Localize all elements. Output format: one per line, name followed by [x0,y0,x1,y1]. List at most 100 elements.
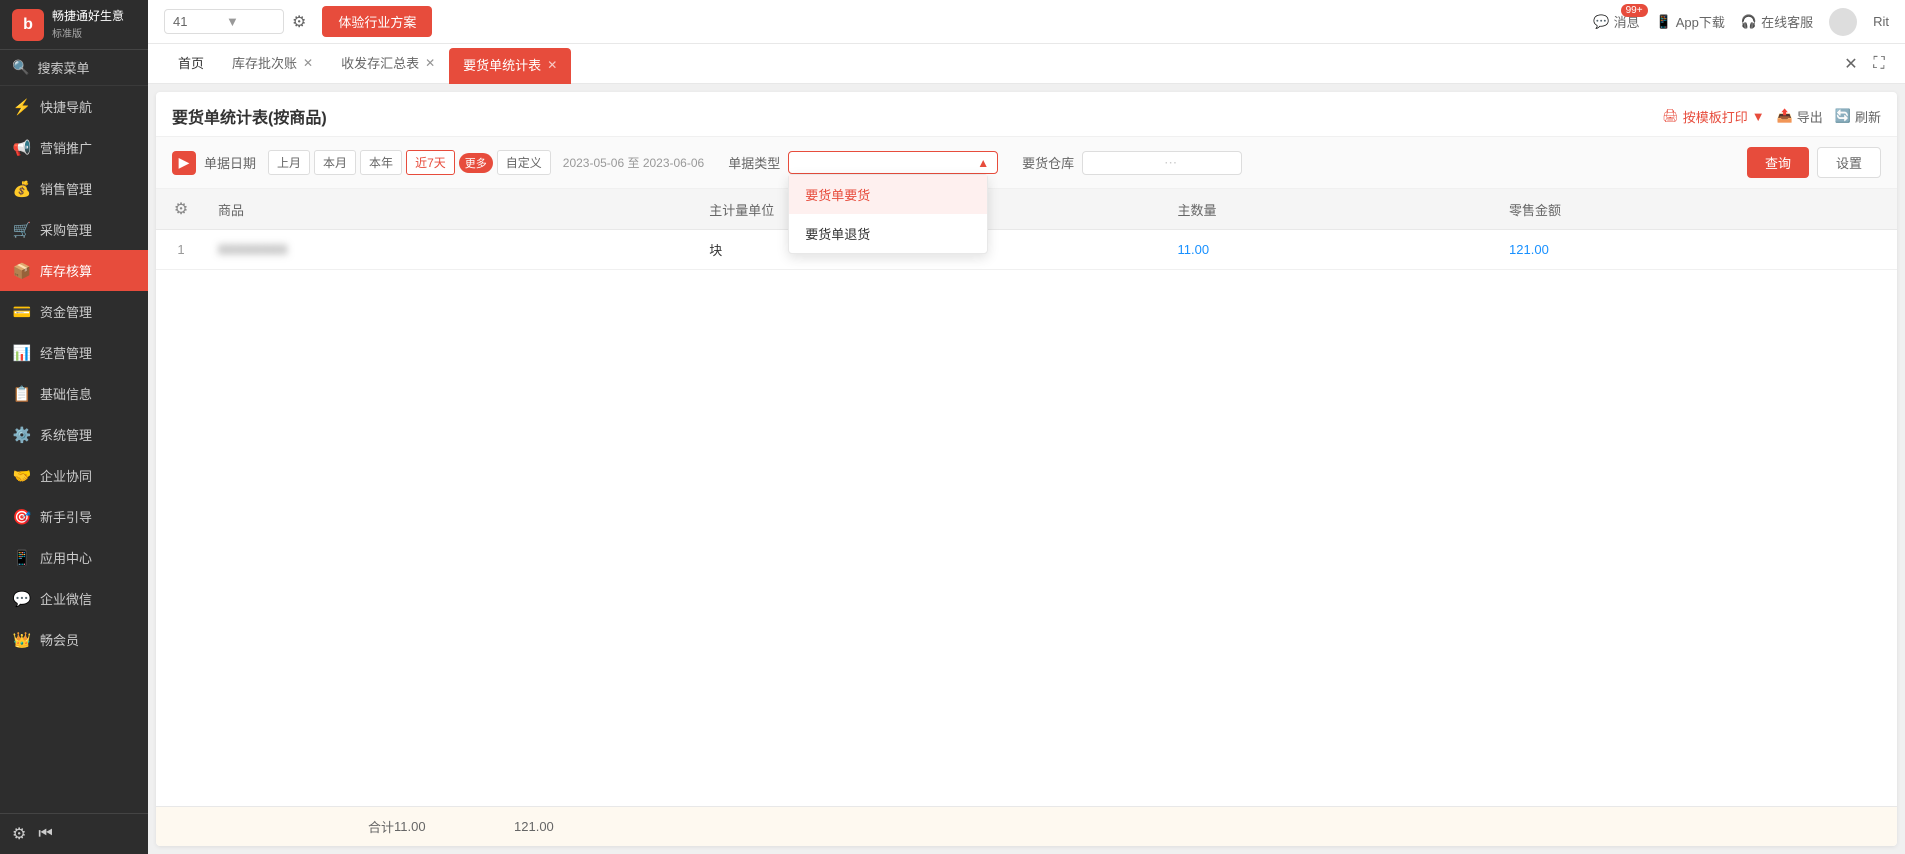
tab-close-icon[interactable]: ✕ [303,56,313,70]
dropdown-item-order-return[interactable]: 要货单退货 [789,214,987,253]
message-badge: 99+ [1621,4,1648,17]
table-row: 1 XXXXXXXX 块 11.00 121.00 [156,230,1897,270]
row-product: XXXXXXXX [206,230,697,270]
sidebar-item-member[interactable]: 👑 畅会员 [0,619,148,660]
table-config-icon[interactable]: ⚙ [174,201,188,218]
page-title: 要货单统计表(按商品) [172,104,327,128]
sidebar-item-label: 企业微信 [40,589,92,608]
finance-icon: 💳 [12,303,32,321]
sidebar-item-label: 应用中心 [40,548,92,567]
chevron-down-icon: ▼ [1752,109,1765,124]
sidebar-item-label: 畅会员 [40,630,79,649]
total-qty: 11.00 [394,819,514,834]
sidebar-item-label: 系统管理 [40,425,92,444]
dropdown-item-order-goods[interactable]: 要货单要货 [789,175,987,214]
sidebar-item-app-center[interactable]: 📱 应用中心 [0,537,148,578]
this-month-btn[interactable]: 本月 [314,150,356,175]
page-header: 要货单统计表(按商品) 🖨 按模板打印 ▼ 📤 导出 🔄 刷新 [156,92,1897,137]
row-index: 1 [156,230,206,270]
warehouse-label: 要货仓库 [1022,153,1074,172]
brand-sub: 标准版 [52,25,124,40]
sidebar-item-label: 销售管理 [40,179,92,198]
sidebar-item-basic[interactable]: 📋 基础信息 [0,373,148,414]
table-container: ⚙ 商品 主计量单位 主数量 零售金额 1 XXXXXXXX 块 11. [156,189,1897,806]
trial-button[interactable]: 体验行业方案 [322,6,432,37]
filter-actions: 查询 设置 [1747,147,1881,178]
tabbar: 首页 库存批次账 ✕ 收发存汇总表 ✕ 要货单统计表 ✕ ✕ ⛶ [148,44,1905,84]
sidebar-item-purchase[interactable]: 🛒 采购管理 [0,209,148,250]
username[interactable]: Rit [1873,14,1889,29]
sidebar-item-label: 新手引导 [40,507,92,526]
more-date-badge[interactable]: 更多 [459,153,493,173]
org-selector[interactable]: 41 ▼ [164,9,284,34]
sidebar-item-operation[interactable]: 📊 经营管理 [0,332,148,373]
tab-close-icon[interactable]: ✕ [547,58,557,72]
sidebar-item-label: 库存核算 [40,261,92,280]
sidebar-item-finance[interactable]: 💳 资金管理 [0,291,148,332]
type-selector[interactable]: ▲ [788,151,998,174]
tab-home-label: 首页 [178,53,204,72]
search-icon: 🔍 [12,59,29,76]
app-center-icon: 📱 [12,549,32,567]
settings-icon[interactable]: ⚙ [12,824,26,844]
tab-order-stats-label: 要货单统计表 [463,55,541,74]
online-service-btn[interactable]: 🎧 在线客服 [1741,12,1813,31]
col-header-amount: 零售金额 [1497,189,1897,230]
tab-receive-summary[interactable]: 收发存汇总表 ✕ [327,44,449,84]
tabbar-right: ✕ ⛶ [1841,54,1889,74]
refresh-icon: 🔄 [1835,108,1851,124]
sidebar-item-inventory[interactable]: 📦 库存核算 [0,250,148,291]
enterprise-icon: 🤝 [12,467,32,485]
page-actions: 🖨 按模板打印 ▼ 📤 导出 🔄 刷新 [1662,107,1881,126]
sidebar-item-label: 快捷导航 [40,97,92,116]
query-button[interactable]: 查询 [1747,147,1809,178]
settings-button[interactable]: 设置 [1817,147,1881,178]
last-7-days-btn[interactable]: 近7天 [406,150,455,175]
row-qty: 11.00 [1166,230,1498,270]
type-input[interactable] [797,155,973,170]
system-icon: ⚙️ [12,426,32,444]
sidebar-search[interactable]: 🔍 搜索菜单 [0,50,148,86]
sidebar-item-marketing[interactable]: 📢 营销推广 [0,127,148,168]
sidebar-item-sales[interactable]: 💰 销售管理 [0,168,148,209]
main-area: 41 ▼ ⚙ 体验行业方案 💬 消息 99+ 📱 App下载 🎧 在线客服 Ri… [148,0,1905,854]
sidebar-item-wechat[interactable]: 💬 企业微信 [0,578,148,619]
chevron-up-icon: ▲ [977,156,989,170]
headset-icon: 🎧 [1741,14,1757,30]
app-download-btn[interactable]: 📱 App下载 [1656,12,1725,31]
sidebar-item-enterprise[interactable]: 🤝 企业协同 [0,455,148,496]
tab-order-stats[interactable]: 要货单统计表 ✕ [449,48,571,84]
message-btn[interactable]: 💬 消息 99+ [1593,12,1639,31]
tab-inventory-batch[interactable]: 库存批次账 ✕ [218,44,327,84]
warehouse-selector[interactable]: ⋯ [1082,151,1242,175]
topbar-gear-icon[interactable]: ⚙ [292,12,306,32]
custom-date-btn[interactable]: 自定义 [497,150,551,175]
sidebar-item-label: 企业协同 [40,466,92,485]
refresh-btn[interactable]: 🔄 刷新 [1835,107,1881,126]
tab-close-icon[interactable]: ✕ [425,56,435,70]
last-month-btn[interactable]: 上月 [268,150,310,175]
phone-icon: 📱 [1656,14,1672,30]
avatar [1829,8,1857,36]
member-icon: 👑 [12,631,32,649]
fullscreen-btn[interactable]: ⛶ [1869,54,1889,74]
close-all-btn[interactable]: ✕ [1841,54,1861,74]
sidebar-item-label: 营销推广 [40,138,92,157]
sidebar-bottom: ⚙ ⏮ [0,813,148,854]
col-header-product: 商品 [206,189,697,230]
type-label: 单据类型 [728,153,780,172]
collapse-icon[interactable]: ⏮ [38,825,52,843]
sidebar-item-system[interactable]: ⚙️ 系统管理 [0,414,148,455]
date-range-display: 2023-05-06 至 2023-06-06 [563,154,704,171]
sidebar-item-guide[interactable]: 🎯 新手引导 [0,496,148,537]
print-template-btn[interactable]: 🖨 按模板打印 ▼ [1662,107,1764,126]
sidebar-item-quick-nav[interactable]: ⚡ 快捷导航 [0,86,148,127]
table-footer: 合计 11.00 121.00 [156,806,1897,846]
export-btn[interactable]: 📤 导出 [1777,107,1823,126]
this-year-btn[interactable]: 本年 [360,150,402,175]
filter-expand-btn[interactable]: ▶ [172,151,196,175]
tab-home[interactable]: 首页 [164,44,218,84]
operation-icon: 📊 [12,344,32,362]
more-icon: ⋯ [1164,155,1233,171]
sales-icon: 💰 [12,180,32,198]
